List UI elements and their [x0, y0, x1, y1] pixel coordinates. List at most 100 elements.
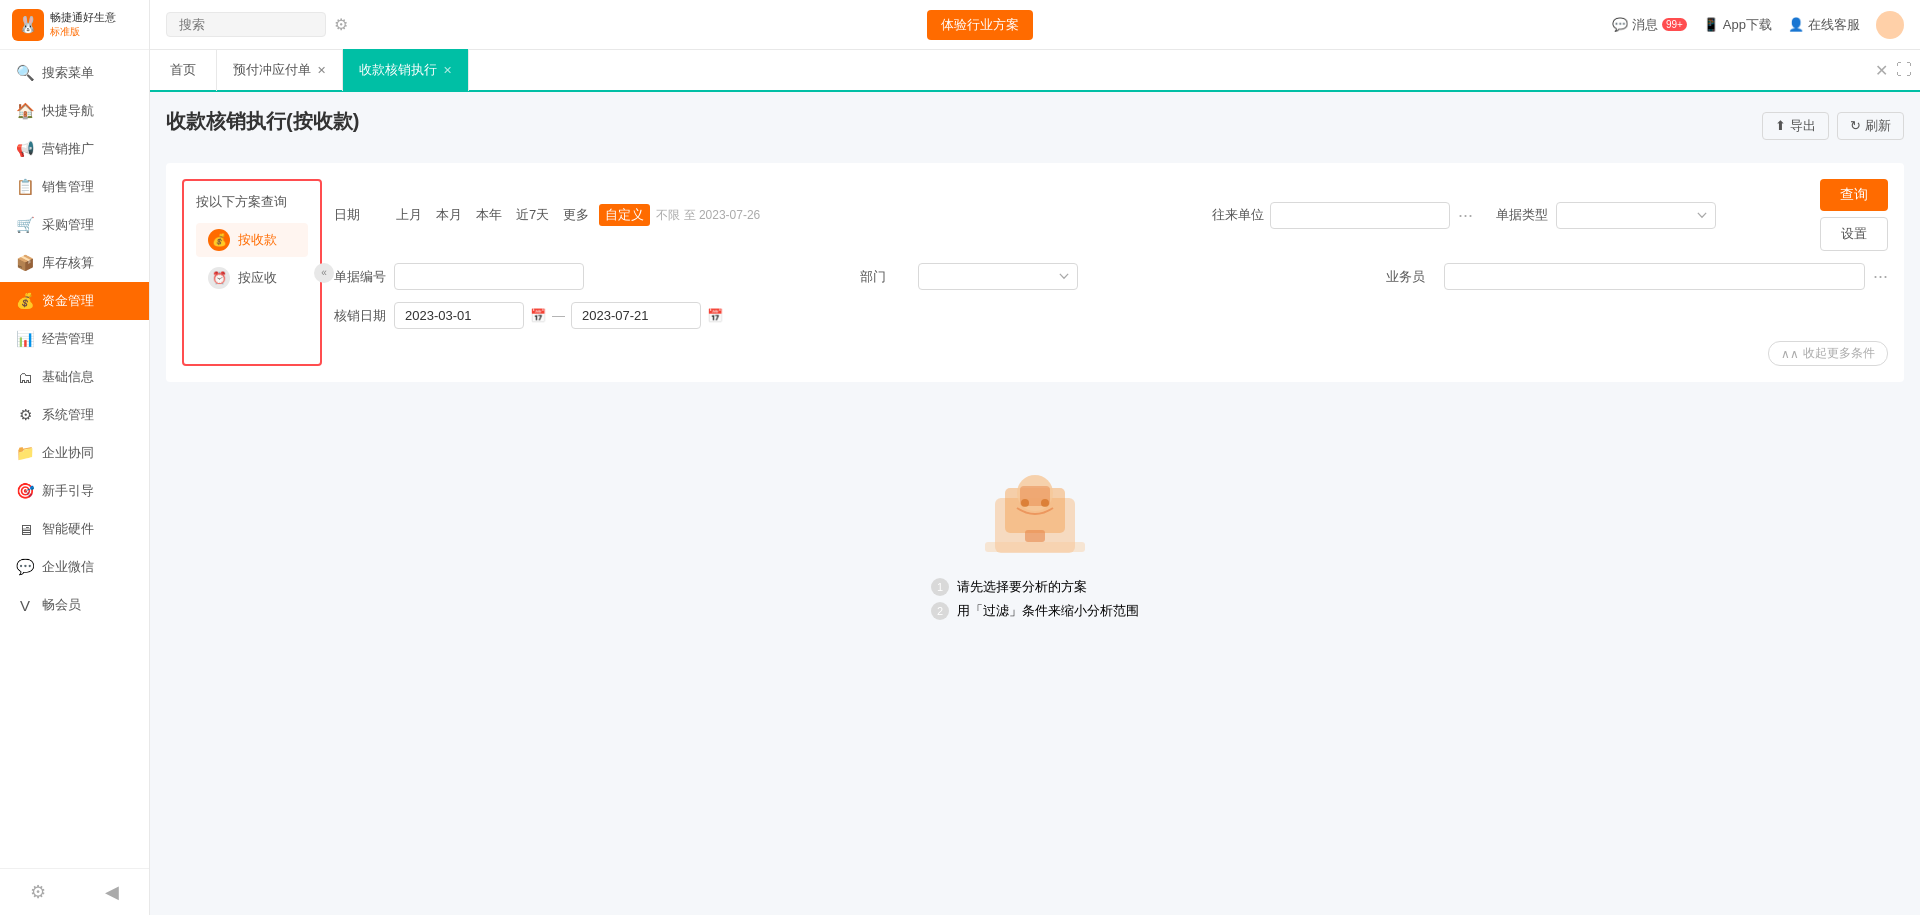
date-btn-this-month[interactable]: 本月	[432, 204, 466, 226]
empty-state: 1 请先选择要分析的方案 2 用「过滤」条件来缩小分析范围	[166, 398, 1904, 686]
sidebar-item-8[interactable]: 🗂 基础信息	[0, 358, 149, 396]
sidebar-label-8: 基础信息	[42, 368, 94, 386]
sidebar-icon-10: 📁	[16, 444, 34, 462]
query-button[interactable]: 查询	[1820, 179, 1888, 211]
date-btn-more[interactable]: 更多	[559, 204, 593, 226]
tab-home[interactable]: 首页	[150, 49, 217, 91]
sidebar-label-7: 经营管理	[42, 330, 94, 348]
filter-area: 按以下方案查询 💰 按收款 ⏰ 按应收 «	[166, 163, 1904, 382]
tab-close-all-btn[interactable]: ✕	[1875, 61, 1888, 80]
date-range-text: 不限 至 2023-07-26	[656, 207, 760, 224]
doc-type-field: 单据类型	[1496, 202, 1796, 229]
employee-dots-btn[interactable]: ···	[1873, 266, 1888, 287]
tab-writeoff-close-icon[interactable]: ✕	[443, 64, 452, 77]
sidebar-item-7[interactable]: 📊 经营管理	[0, 320, 149, 358]
sidebar-icon-9: ⚙	[16, 406, 34, 424]
partner-input[interactable]	[1270, 202, 1450, 229]
sidebar-icon-2: 📢	[16, 140, 34, 158]
sidebar-item-11[interactable]: 🎯 新手引导	[0, 472, 149, 510]
filter-option-by-receivable[interactable]: ⏰ 按应收	[196, 261, 308, 295]
dept-label: 部门	[860, 268, 910, 286]
sidebar-item-14[interactable]: V 畅会员	[0, 586, 149, 624]
writeoff-end-calendar-icon[interactable]: 📅	[707, 308, 723, 323]
export-icon: ⬆	[1775, 118, 1786, 133]
sidebar-item-5[interactable]: 📦 库存核算	[0, 244, 149, 282]
tabbar: 首页 预付冲应付单 ✕ 收款核销执行 ✕ ✕ ⛶	[150, 50, 1920, 92]
date-btn-this-year[interactable]: 本年	[472, 204, 506, 226]
tab-writeoff[interactable]: 收款核销执行 ✕	[343, 49, 469, 91]
sidebar-label-14: 畅会员	[42, 596, 81, 614]
sidebar-item-10[interactable]: 📁 企业协同	[0, 434, 149, 472]
sidebar-item-2[interactable]: 📢 营销推广	[0, 130, 149, 168]
tab-prepay[interactable]: 预付冲应付单 ✕	[217, 49, 343, 91]
partner-field: 往来单位 ···	[1212, 202, 1472, 229]
setting-button[interactable]: 设置	[1820, 217, 1888, 251]
sidebar-item-12[interactable]: 🖥 智能硬件	[0, 510, 149, 548]
filter-row-2: 单据编号 部门 业务员 ···	[334, 263, 1888, 290]
writeoff-end-input[interactable]	[571, 302, 701, 329]
online-service-item[interactable]: 👤 在线客服	[1788, 16, 1860, 34]
partner-dots-btn[interactable]: ···	[1458, 205, 1473, 226]
topbar-gear-icon[interactable]: ⚙	[334, 15, 348, 34]
topbar-search-input[interactable]	[166, 12, 326, 37]
message-item[interactable]: 💬 消息 99+	[1612, 16, 1687, 34]
sidebar-label-12: 智能硬件	[42, 520, 94, 538]
refresh-button[interactable]: ↻ 刷新	[1837, 112, 1904, 140]
writeoff-start-calendar-icon[interactable]: 📅	[530, 308, 546, 323]
doc-type-label: 单据类型	[1496, 206, 1548, 224]
sidebar-label-5: 库存核算	[42, 254, 94, 272]
tab-expand-btn[interactable]: ⛶	[1896, 61, 1912, 79]
date-label: 日期	[334, 206, 384, 224]
writeoff-start-input[interactable]	[394, 302, 524, 329]
sidebar-item-3[interactable]: 📋 销售管理	[0, 168, 149, 206]
collapse-more-btn[interactable]: ∧∧ 收起更多条件	[1768, 341, 1888, 366]
collapse-more: ∧∧ 收起更多条件	[334, 341, 1888, 366]
collapse-more-label: 收起更多条件	[1803, 345, 1875, 362]
sidebar-item-0[interactable]: 🔍 搜索菜单	[0, 54, 149, 92]
export-label: 导出	[1790, 117, 1816, 135]
sidebar-label-4: 采购管理	[42, 216, 94, 234]
filter-option-receivable-label: 按应收	[238, 269, 277, 287]
export-button[interactable]: ⬆ 导出	[1762, 112, 1829, 140]
logo-icon: 🐰	[12, 9, 44, 41]
filter-option-by-receipt[interactable]: 💰 按收款	[196, 223, 308, 257]
filter-right-form: 日期 上月 本月 本年 近7天 更多 自定义 不限 至 2023-07-26	[334, 179, 1888, 366]
sidebar-item-1[interactable]: 🏠 快捷导航	[0, 92, 149, 130]
sidebar-item-6[interactable]: 💰 资金管理	[0, 282, 149, 320]
svg-point-5	[1041, 499, 1049, 507]
date-btn-7days[interactable]: 近7天	[512, 204, 553, 226]
sidebar-settings-btn[interactable]: ⚙	[22, 877, 54, 907]
message-icon: 💬	[1612, 17, 1628, 32]
sidebar-collapse-btn[interactable]: ◀	[97, 877, 127, 907]
topbar-right: 💬 消息 99+ 📱 App下载 👤 在线客服	[1612, 11, 1904, 39]
tab-prepay-close-icon[interactable]: ✕	[317, 64, 326, 77]
writeoff-date-field: 核销日期 📅 — 📅	[334, 302, 1888, 329]
date-separator: —	[552, 308, 565, 323]
sidebar-item-9[interactable]: ⚙ 系统管理	[0, 396, 149, 434]
doc-no-field: 单据编号	[334, 263, 836, 290]
date-btn-last-month[interactable]: 上月	[392, 204, 426, 226]
sidebar-icon-14: V	[16, 597, 34, 614]
empty-tip-2-text: 用「过滤」条件来缩小分析范围	[957, 602, 1139, 620]
sidebar-item-13[interactable]: 💬 企业微信	[0, 548, 149, 586]
sidebar-item-4[interactable]: 🛒 采购管理	[0, 206, 149, 244]
app-download-item[interactable]: 📱 App下载	[1703, 16, 1772, 34]
user-avatar[interactable]	[1876, 11, 1904, 39]
online-service-icon: 👤	[1788, 17, 1804, 32]
date-btn-custom[interactable]: 自定义	[599, 204, 650, 226]
employee-input[interactable]	[1444, 263, 1865, 290]
doc-type-select[interactable]	[1556, 202, 1716, 229]
doc-no-input[interactable]	[394, 263, 584, 290]
receipt-icon: 💰	[208, 229, 230, 251]
sidebar-label-0: 搜索菜单	[42, 64, 94, 82]
tab-writeoff-label: 收款核销执行	[359, 61, 437, 79]
filter-row-1: 日期 上月 本月 本年 近7天 更多 自定义 不限 至 2023-07-26	[334, 179, 1888, 251]
refresh-label: 刷新	[1865, 117, 1891, 135]
sidebar-bottom: ⚙ ◀	[0, 868, 149, 915]
plan-button[interactable]: 体验行业方案	[927, 10, 1033, 40]
dept-select[interactable]	[918, 263, 1078, 290]
empty-tip-1: 1 请先选择要分析的方案	[931, 578, 1139, 596]
sidebar-label-2: 营销推广	[42, 140, 94, 158]
writeoff-date-range: 📅 — 📅	[394, 302, 723, 329]
filter-collapse-btn[interactable]: «	[314, 263, 334, 283]
